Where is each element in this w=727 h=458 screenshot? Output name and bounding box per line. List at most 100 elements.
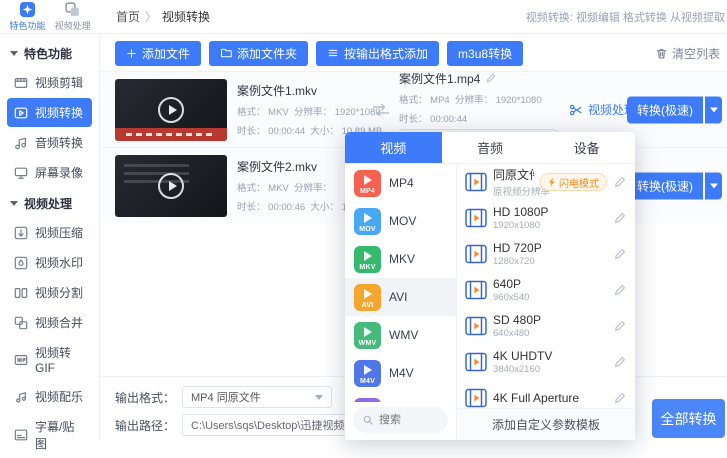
video-template-icon [465, 280, 487, 300]
meta-value: 00:00:44 [268, 126, 306, 137]
preset-640p[interactable]: 640P 960x540 [457, 272, 635, 308]
format-option-mov[interactable]: MOV MOV [345, 202, 456, 240]
preset-sd-480p[interactable]: SD 480P 640x480 [457, 308, 635, 344]
app-tab-video-process[interactable]: 视频处理 [55, 1, 91, 32]
convert-all-button[interactable]: 全部转换 [652, 399, 725, 438]
mov-file-icon: MOV [354, 207, 381, 235]
output-format-row: 输出格式： MP4 同原文件 [115, 386, 333, 408]
preset-4k-full-aperture[interactable]: 4K Full Aperture [457, 380, 635, 408]
topbar: 特色功能 视频处理 首页 〉 视频转换 视频转换: 视频编辑 格式转换 从视频提… [0, 0, 727, 34]
sidebar-section-special-features[interactable]: 特色功能 [0, 38, 99, 67]
convert-options-caret[interactable] [705, 96, 722, 123]
sidebar-item-video-music[interactable]: 视频配乐 [7, 382, 92, 411]
convert-options-caret[interactable] [705, 172, 722, 199]
header-tip-text: 视频转换: 视频编辑 格式转换 从视频提取 [525, 11, 725, 24]
play-icon[interactable] [158, 172, 184, 199]
breadcrumb-home[interactable]: 首页 [116, 8, 140, 25]
sidebar-item-audio-convert[interactable]: 音频转换 [7, 128, 92, 157]
format-icon-label: MP4 [360, 187, 375, 195]
video-template-icon [465, 388, 487, 408]
tab-device[interactable]: 设备 [538, 132, 635, 163]
preset-text: 同原文件 原视频分辨率 [493, 166, 551, 198]
format-option-label: AVI [389, 290, 408, 304]
preset-hd-1080p[interactable]: HD 1080P 1920x1080 [457, 200, 635, 236]
tab-label: 音频 [477, 141, 504, 156]
screen-record-icon [14, 167, 28, 179]
meta-label: 格式： [237, 183, 266, 194]
preset-hd-720p[interactable]: HD 720P 1280x720 [457, 236, 635, 272]
format-column: MP4 MP4 MOV MOV MKV MKV AVI AVI WMV WMV … [345, 164, 457, 440]
format-option-mpg[interactable]: MPG MPG [345, 392, 456, 402]
meta-label: 时长： [237, 126, 266, 137]
preset-original[interactable]: 同原文件 原视频分辨率 闪电模式 [457, 164, 635, 200]
edit-template-icon[interactable] [613, 175, 627, 189]
video-thumbnail[interactable] [115, 78, 227, 141]
sidebar-item-video-split[interactable]: 视频分割 [7, 278, 92, 307]
sidebar-item-video-convert[interactable]: 视频转换 [7, 98, 92, 127]
tab-video[interactable]: 视频 [345, 132, 442, 163]
preset-title: 4K UHDTV [493, 349, 553, 363]
preset-subtitle: 960x540 [493, 292, 530, 303]
preset-4k-uhdtv[interactable]: 4K UHDTV 3840x2160 [457, 344, 635, 380]
wmv-file-icon: WMV [354, 321, 381, 349]
format-option-avi[interactable]: AVI AVI [345, 278, 456, 316]
sidebar-section-title: 特色功能 [24, 47, 73, 61]
add-folder-button[interactable]: 添加文件夹 [209, 40, 309, 66]
sidebar-item-screen-record[interactable]: 屏幕录像 [7, 158, 92, 187]
breadcrumb-separator: 〉 [145, 10, 158, 24]
clear-list-button[interactable]: 清空列表 [655, 45, 723, 62]
m3u8-convert-button[interactable]: m3u8转换 [447, 40, 524, 66]
convert-button-label[interactable]: 转换(极速) [627, 172, 703, 199]
edit-template-icon[interactable] [613, 355, 627, 369]
edit-template-icon[interactable] [613, 319, 627, 333]
sidebar-item-video-to-gif[interactable]: 视频转GIF [7, 338, 92, 381]
video-music-icon [16, 391, 26, 403]
video-thumbnail[interactable] [115, 154, 227, 217]
video-template-icon [465, 172, 487, 192]
source-file-name: 案例文件2.mkv [237, 160, 318, 174]
rename-icon[interactable] [485, 72, 497, 84]
edit-template-icon[interactable] [613, 283, 627, 297]
edit-template-icon[interactable] [613, 211, 627, 225]
video-process-icon [65, 1, 80, 16]
output-format-select[interactable]: MP4 同原文件 [182, 386, 333, 408]
sidebar-item-video-merge[interactable]: 视频合并 [7, 308, 92, 337]
video-process-link[interactable]: 视频处理 [569, 101, 636, 118]
format-option-m4v[interactable]: M4V M4V [345, 354, 456, 392]
avi-file-icon: AVI [354, 283, 381, 311]
add-file-button[interactable]: 添加文件 [115, 40, 202, 66]
format-search-input[interactable] [379, 414, 437, 426]
trash-icon [656, 48, 667, 59]
toolbar: 添加文件 添加文件夹 按输出格式添加 m3u8转换 清空列表 [100, 34, 727, 71]
app-tab-special-features[interactable]: 特色功能 [9, 1, 45, 32]
sidebar-section-video-process[interactable]: 视频处理 [0, 188, 99, 217]
convert-button[interactable]: 转换(极速) [627, 96, 722, 123]
convert-button[interactable]: 转换(极速) [627, 172, 722, 199]
sidebar-item-video-watermark[interactable]: 视频水印 [7, 248, 92, 277]
add-custom-template-button[interactable]: 添加自定义参数模板 [457, 408, 635, 440]
sidebar-item-label: 视频水印 [35, 256, 84, 270]
add-by-format-button[interactable]: 按输出格式添加 [316, 40, 440, 66]
preset-title: SD 480P [493, 313, 542, 327]
preset-title: HD 1080P [493, 205, 549, 219]
search-icon [363, 415, 373, 425]
convert-button-label[interactable]: 转换(极速) [627, 96, 703, 123]
sidebar-item-label: 视频剪辑 [35, 76, 84, 90]
flash-mode-badge[interactable]: 闪电模式 [540, 173, 607, 191]
edit-template-icon[interactable] [613, 391, 627, 405]
preset-subtitle: 原视频分辨率 [493, 187, 551, 198]
video-template-icon [465, 208, 487, 228]
format-search[interactable] [353, 407, 448, 433]
sidebar-item-video-compress[interactable]: 视频压缩 [7, 218, 92, 247]
scissors-icon [569, 104, 582, 115]
format-option-mkv[interactable]: MKV MKV [345, 240, 456, 278]
format-option-mp4[interactable]: MP4 MP4 [345, 164, 456, 202]
format-option-wmv[interactable]: WMV WMV [345, 316, 456, 354]
sidebar-item-video-edit[interactable]: 视频剪辑 [7, 68, 92, 97]
edit-template-icon[interactable] [613, 247, 627, 261]
format-option-label: MP4 [389, 176, 414, 190]
meta-value: MKV [268, 183, 289, 194]
sidebar-item-subtitle-sticker[interactable]: 字幕/贴图 [7, 412, 92, 458]
play-icon[interactable] [158, 96, 184, 123]
tab-audio[interactable]: 音频 [442, 132, 539, 163]
